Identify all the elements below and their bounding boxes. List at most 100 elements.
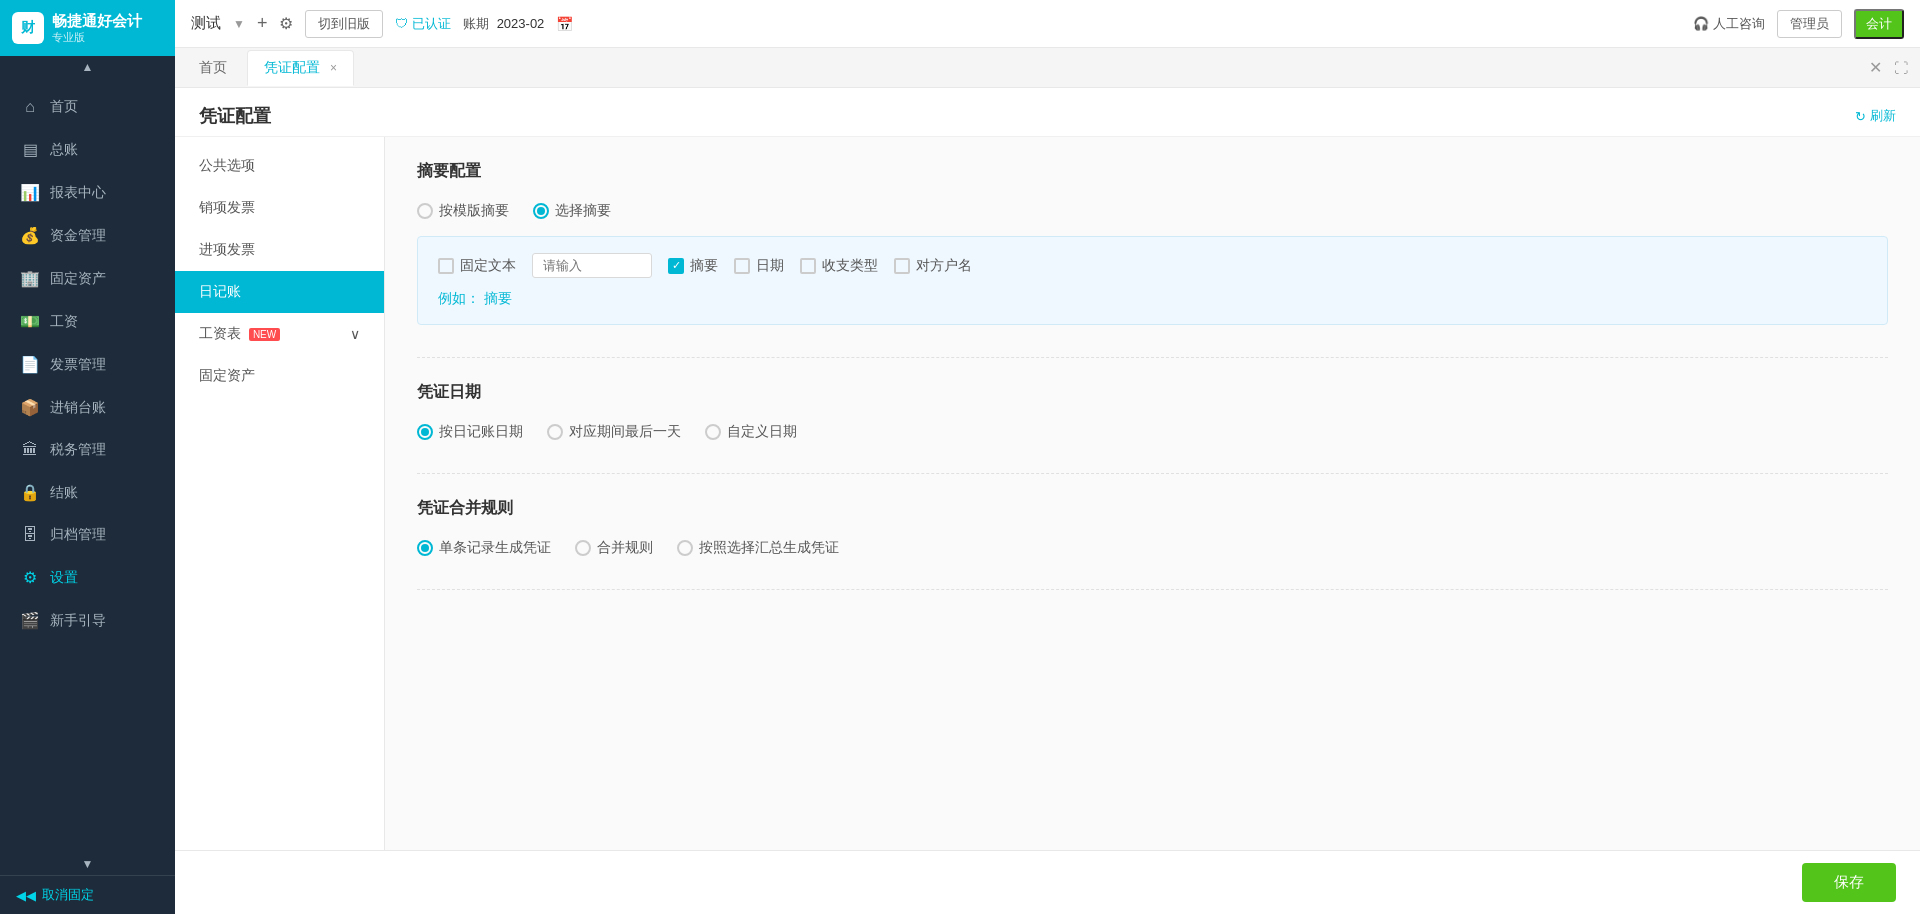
example-value: 摘要 xyxy=(484,290,512,306)
right-content: 摘要配置 按模版摘要 选择摘要 xyxy=(385,137,1920,850)
summary-section-title: 摘要配置 xyxy=(417,161,1888,182)
sidebar-item-label: 税务管理 xyxy=(50,441,106,459)
sidebar-item-ledger[interactable]: ▤ 总账 xyxy=(0,128,175,171)
radio-select-summary[interactable]: 选择摘要 xyxy=(533,202,611,220)
app-edition: 专业版 xyxy=(52,30,142,45)
sidebar: 财 畅捷通好会计 专业版 ▲ ⌂ 首页 ▤ 总账 📊 报表中心 💰 资金管理 🏢… xyxy=(0,0,175,914)
sidebar-item-label: 新手引导 xyxy=(50,612,106,630)
summary-config-box: 固定文本 摘要 日期 xyxy=(417,236,1888,325)
settings-gear-icon[interactable]: ⚙ xyxy=(279,14,293,33)
certified-badge: 🛡 已认证 xyxy=(395,15,451,33)
user-button[interactable]: 管理员 xyxy=(1777,10,1842,38)
chevron-down-icon: ∨ xyxy=(350,326,360,342)
menu-item-public[interactable]: 公共选项 xyxy=(175,145,384,187)
sidebar-scroll-up[interactable]: ▲ xyxy=(0,56,175,78)
sidebar-item-label: 首页 xyxy=(50,98,78,116)
checkbox-date-box xyxy=(734,258,750,274)
refresh-icon: ↻ xyxy=(1855,109,1866,124)
support-button[interactable]: 🎧 人工咨询 xyxy=(1693,15,1765,33)
menu-item-label: 工资表 xyxy=(199,325,241,341)
calendar-icon[interactable]: 📅 xyxy=(556,16,573,32)
ledger-icon: ▤ xyxy=(20,140,40,159)
summary-section: 摘要配置 按模版摘要 选择摘要 xyxy=(417,161,1888,325)
radio-aggregate[interactable]: 按照选择汇总生成凭证 xyxy=(677,539,839,557)
sidebar-item-trade[interactable]: 📦 进销台账 xyxy=(0,386,175,429)
refresh-label: 刷新 xyxy=(1870,107,1896,125)
sidebar-item-label: 总账 xyxy=(50,141,78,159)
save-button[interactable]: 保存 xyxy=(1802,863,1896,902)
radio-custom-date-circle xyxy=(705,424,721,440)
company-dropdown-icon[interactable]: ▼ xyxy=(233,17,245,31)
sidebar-item-settings[interactable]: ⚙ 设置 xyxy=(0,556,175,599)
refresh-button[interactable]: ↻ 刷新 xyxy=(1855,107,1896,125)
summary-radio-group: 按模版摘要 选择摘要 xyxy=(417,202,1888,220)
support-label: 人工咨询 xyxy=(1713,15,1765,33)
sidebar-item-tax[interactable]: 🏛 税务管理 xyxy=(0,429,175,471)
checkbox-counterpart[interactable]: 对方户名 xyxy=(894,257,972,275)
radio-single-record[interactable]: 单条记录生成凭证 xyxy=(417,539,551,557)
add-company-button[interactable]: + xyxy=(257,13,268,34)
tab-voucher-config[interactable]: 凭证配置 × xyxy=(247,50,354,86)
sidebar-item-report[interactable]: 📊 报表中心 xyxy=(0,171,175,214)
asset-icon: 🏢 xyxy=(20,269,40,288)
menu-item-payroll[interactable]: 工资表 NEW ∨ xyxy=(175,313,384,355)
checkbox-income-type[interactable]: 收支类型 xyxy=(800,257,878,275)
period-label: 账期 2023-02 xyxy=(463,15,544,33)
cancel-pin-button[interactable]: ◀◀ 取消固定 xyxy=(0,875,175,914)
radio-diary-date[interactable]: 按日记账日期 xyxy=(417,423,523,441)
example-text: 例如： 摘要 xyxy=(438,290,1867,308)
sidebar-item-label: 结账 xyxy=(50,484,78,502)
headset-icon: 🎧 xyxy=(1693,16,1709,31)
checkbox-summary[interactable]: 摘要 xyxy=(668,257,718,275)
sidebar-item-label: 资金管理 xyxy=(50,227,106,245)
window-expand-button[interactable]: ⛶ xyxy=(1890,56,1912,80)
divider-1 xyxy=(417,357,1888,358)
switch-old-version-button[interactable]: 切到旧版 xyxy=(305,10,383,38)
menu-item-fixed-asset[interactable]: 固定资产 xyxy=(175,355,384,397)
radio-custom-date-label: 自定义日期 xyxy=(727,423,797,441)
menu-item-diary[interactable]: 日记账 xyxy=(175,271,384,313)
merge-section: 凭证合并规则 单条记录生成凭证 合并规则 按照选择汇总生成凭证 xyxy=(417,498,1888,557)
company-name: 测试 xyxy=(191,14,221,33)
radio-template-summary[interactable]: 按模版摘要 xyxy=(417,202,509,220)
radio-last-day[interactable]: 对应期间最后一天 xyxy=(547,423,681,441)
role-button[interactable]: 会计 xyxy=(1854,9,1904,39)
window-close-button[interactable]: ✕ xyxy=(1865,54,1886,81)
sidebar-item-home[interactable]: ⌂ 首页 xyxy=(0,86,175,128)
checkbox-fixed-text[interactable]: 固定文本 xyxy=(438,257,516,275)
main-area: 测试 ▼ + ⚙ 切到旧版 🛡 已认证 账期 2023-02 📅 🎧 人工咨询 … xyxy=(175,0,1920,914)
menu-item-purchase[interactable]: 进项发票 xyxy=(175,229,384,271)
shield-icon: 🛡 xyxy=(395,16,408,31)
date-section-title: 凭证日期 xyxy=(417,382,1888,403)
radio-custom-date[interactable]: 自定义日期 xyxy=(705,423,797,441)
sidebar-item-label: 设置 xyxy=(50,569,78,587)
radio-select-circle xyxy=(533,203,549,219)
sidebar-item-label: 归档管理 xyxy=(50,526,106,544)
sidebar-item-guide[interactable]: 🎬 新手引导 xyxy=(0,599,175,642)
fixed-text-input[interactable] xyxy=(532,253,652,278)
radio-aggregate-circle xyxy=(677,540,693,556)
menu-item-label: 固定资产 xyxy=(199,367,255,383)
checkbox-fixed-text-box xyxy=(438,258,454,274)
sidebar-item-close[interactable]: 🔒 结账 xyxy=(0,471,175,514)
menu-item-label: 销项发票 xyxy=(199,199,255,215)
bottom-bar: 保存 xyxy=(175,850,1920,914)
sidebar-item-invoice[interactable]: 📄 发票管理 xyxy=(0,343,175,386)
menu-item-label: 进项发票 xyxy=(199,241,255,257)
radio-merge-rule[interactable]: 合并规则 xyxy=(575,539,653,557)
sidebar-scroll-down[interactable]: ▼ xyxy=(0,853,175,875)
sidebar-item-payroll[interactable]: 💵 工资 xyxy=(0,300,175,343)
tab-home[interactable]: 首页 xyxy=(183,51,243,85)
sidebar-item-fund[interactable]: 💰 资金管理 xyxy=(0,214,175,257)
sidebar-item-label: 发票管理 xyxy=(50,356,106,374)
menu-item-sales[interactable]: 销项发票 xyxy=(175,187,384,229)
sidebar-item-asset[interactable]: 🏢 固定资产 xyxy=(0,257,175,300)
radio-template-label: 按模版摘要 xyxy=(439,202,509,220)
tab-close-icon[interactable]: × xyxy=(330,61,337,75)
checkbox-date[interactable]: 日期 xyxy=(734,257,784,275)
checkbox-counterpart-box xyxy=(894,258,910,274)
checkbox-fixed-text-label: 固定文本 xyxy=(460,257,516,275)
sidebar-item-archive[interactable]: 🗄 归档管理 xyxy=(0,514,175,556)
radio-single-label: 单条记录生成凭证 xyxy=(439,539,551,557)
invoice-icon: 📄 xyxy=(20,355,40,374)
